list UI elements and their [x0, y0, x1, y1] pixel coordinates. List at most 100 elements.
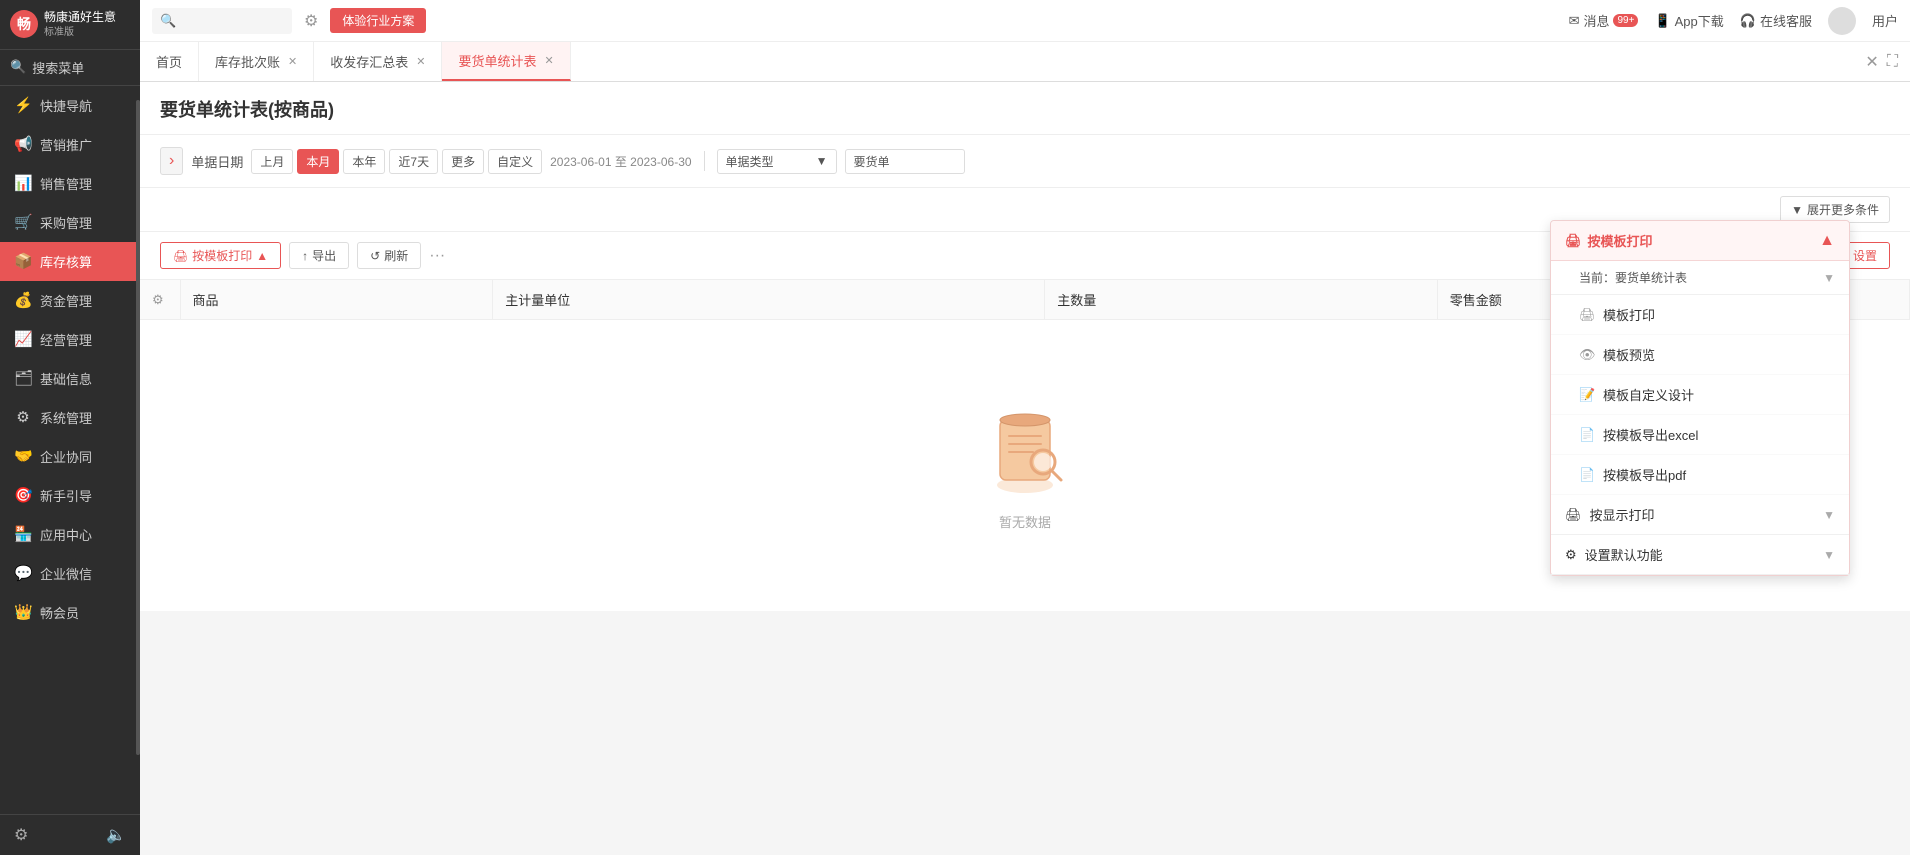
refresh-btn[interactable]: ↺ 刷新	[357, 242, 421, 269]
top-search-box[interactable]: 🔍	[152, 8, 292, 34]
sidebar-item-finance[interactable]: 💰 资金管理	[0, 281, 140, 320]
tab-expand-icon[interactable]: ⛶	[1887, 53, 1898, 71]
tab-receipt-label: 收发存汇总表	[330, 52, 408, 71]
service-label: 在线客服	[1760, 11, 1812, 30]
filter-separator	[704, 151, 705, 171]
tab-batch-close[interactable]: ✕	[288, 55, 297, 68]
print-template-label: 按模板打印	[192, 247, 252, 264]
empty-text: 暂无数据	[999, 512, 1051, 531]
display-print-arrow: ▼	[1823, 508, 1835, 522]
dropdown-collapse-btn[interactable]: ▲	[1819, 232, 1835, 250]
date-btn-last-month[interactable]: 上月	[251, 149, 293, 174]
sidebar-item-operation[interactable]: 📈 经营管理	[0, 320, 140, 359]
export-excel-icon: 📄	[1579, 427, 1595, 443]
export-pdf-label: 按模板导出pdf	[1603, 465, 1686, 484]
sidebar-item-purchase[interactable]: 🛒 采购管理	[0, 203, 140, 242]
tab-close-all-icon[interactable]: ✕	[1865, 52, 1878, 72]
sidebar-item-inventory[interactable]: 📦 库存核算	[0, 242, 140, 281]
filter-toggle-btn[interactable]: ›	[160, 147, 183, 175]
search-icon: 🔍	[10, 59, 26, 75]
page-header: 要货单统计表(按商品)	[140, 82, 1910, 135]
guide-icon: 🎯	[14, 486, 32, 504]
sidebar-item-label: 经营管理	[40, 330, 92, 349]
export-excel-label: 按模板导出excel	[1603, 425, 1698, 444]
sidebar-item-basic[interactable]: 🗂 基础信息	[0, 359, 140, 398]
trial-btn[interactable]: 体验行业方案	[330, 8, 426, 33]
tab-receipt-close[interactable]: ✕	[416, 55, 425, 68]
template-design-label: 模板自定义设计	[1603, 385, 1694, 404]
sidebar-item-label: 企业微信	[40, 564, 92, 583]
export-btn[interactable]: ↑ 导出	[289, 242, 349, 269]
section-left: 🖨 按显示打印	[1565, 505, 1655, 524]
sidebar-logo: 畅 畅康通好生意 标准版	[0, 0, 140, 50]
tab-home-label: 首页	[156, 52, 182, 71]
quicknav-icon: ⚡	[14, 96, 32, 114]
top-header: 🔍 ⚙ 体验行业方案 ✉ 消息 99+ 📱 App下载 🎧 在线客服 用户	[140, 0, 1910, 42]
sidebar-item-label: 畅会员	[40, 603, 79, 622]
sound-footer-icon[interactable]: 🔈	[106, 825, 126, 845]
logo-text: 畅康通好生意 标准版	[44, 10, 116, 39]
app-download-btn[interactable]: 📱 App下载	[1654, 11, 1723, 30]
tab-order-stats-close[interactable]: ✕	[545, 54, 554, 67]
date-btn-7days[interactable]: 近7天	[389, 149, 438, 174]
print-template-btn[interactable]: 🖨 按模板打印 ▲	[160, 242, 281, 269]
settings-footer-icon[interactable]: ⚙	[14, 825, 28, 845]
more-icon[interactable]: ···	[429, 247, 445, 265]
date-btn-this-month[interactable]: 本月	[297, 149, 339, 174]
sidebar-item-label: 营销推广	[40, 135, 92, 154]
tab-order-stats[interactable]: 要货单统计表 ✕	[442, 42, 570, 81]
dropdown-item-template-print[interactable]: 🖨 模板打印	[1551, 295, 1849, 335]
sidebar-item-label: 应用中心	[40, 525, 92, 544]
dropdown-section-default-func[interactable]: ⚙ 设置默认功能 ▼	[1551, 535, 1849, 575]
dropdown-item-template-design[interactable]: 📝 模板自定义设计	[1551, 375, 1849, 415]
sidebar-search-item[interactable]: 🔍 搜索菜单	[0, 50, 140, 86]
dropdown-item-export-excel[interactable]: 📄 按模板导出excel	[1551, 415, 1849, 455]
tab-batch-label: 库存批次账	[215, 52, 280, 71]
sidebar-item-sales[interactable]: 📊 销售管理	[0, 164, 140, 203]
top-gear-icon[interactable]: ⚙	[300, 7, 322, 35]
sidebar-item-guide[interactable]: 🎯 新手引导	[0, 476, 140, 515]
sidebar-item-marketing[interactable]: 📢 营销推广	[0, 125, 140, 164]
notification-btn[interactable]: ✉ 消息 99+	[1569, 11, 1639, 30]
dropdown-item-template-preview[interactable]: 👁 模板预览	[1551, 335, 1849, 375]
sidebar-item-system[interactable]: ⚙ 系统管理	[0, 398, 140, 437]
refresh-label: 刷新	[384, 247, 408, 264]
table-settings-icon[interactable]: ⚙	[152, 292, 164, 307]
online-service-btn[interactable]: 🎧 在线客服	[1740, 11, 1812, 30]
sidebar-item-collab[interactable]: 🤝 企业协同	[0, 437, 140, 476]
dropdown-current-template[interactable]: 当前：要货单统计表 ▼	[1551, 261, 1849, 295]
dropdown-section-display-print[interactable]: 🖨 按显示打印 ▼	[1551, 495, 1849, 535]
sidebar-item-vip[interactable]: 👑 畅会员	[0, 593, 140, 632]
empty-icon	[975, 400, 1075, 500]
wechat-icon: 💬	[14, 564, 32, 582]
template-preview-label: 模板预览	[1603, 345, 1655, 364]
col-goods: 商品	[180, 280, 493, 320]
sidebar-item-label: 企业协同	[40, 447, 92, 466]
tab-bar-actions: ✕ ⛶	[1865, 52, 1910, 72]
col-quantity: 主数量	[1045, 280, 1438, 320]
tab-home[interactable]: 首页	[140, 42, 199, 81]
order-type-select[interactable]: 单据类型 ▼	[717, 149, 837, 174]
sidebar-footer: ⚙ 🔈	[0, 814, 140, 855]
col-settings[interactable]: ⚙	[140, 280, 180, 320]
date-btn-more[interactable]: 更多	[442, 149, 484, 174]
tab-receipt[interactable]: 收发存汇总表 ✕	[314, 42, 442, 81]
avatar[interactable]	[1828, 7, 1856, 35]
sidebar-item-appstore[interactable]: 🏪 应用中心	[0, 515, 140, 554]
appstore-icon: 🏪	[14, 525, 32, 543]
vip-icon: 👑	[14, 603, 32, 621]
default-func-arrow: ▼	[1823, 548, 1835, 562]
sidebar-item-label: 资金管理	[40, 291, 92, 310]
date-btn-this-year[interactable]: 本年	[343, 149, 385, 174]
order-type-label: 单据类型	[726, 153, 774, 170]
goods-filter[interactable]: 要货单	[845, 149, 965, 174]
tab-batch[interactable]: 库存批次账 ✕	[199, 42, 314, 81]
sidebar-item-wechat[interactable]: 💬 企业微信	[0, 554, 140, 593]
expand-conditions-btn[interactable]: ▼ 展开更多条件	[1780, 196, 1890, 223]
dropdown-item-export-pdf[interactable]: 📄 按模板导出pdf	[1551, 455, 1849, 495]
export-icon: ↑	[302, 249, 308, 263]
print-template-dropdown: 🖨 按模板打印 ▲ 当前：要货单统计表 ▼ 🖨 模板打印 👁 模板预览 📝 模板…	[1550, 220, 1850, 576]
sidebar-item-label: 系统管理	[40, 408, 92, 427]
sidebar-item-quicknav[interactable]: ⚡ 快捷导航	[0, 86, 140, 125]
date-btn-custom[interactable]: 自定义	[488, 149, 542, 174]
